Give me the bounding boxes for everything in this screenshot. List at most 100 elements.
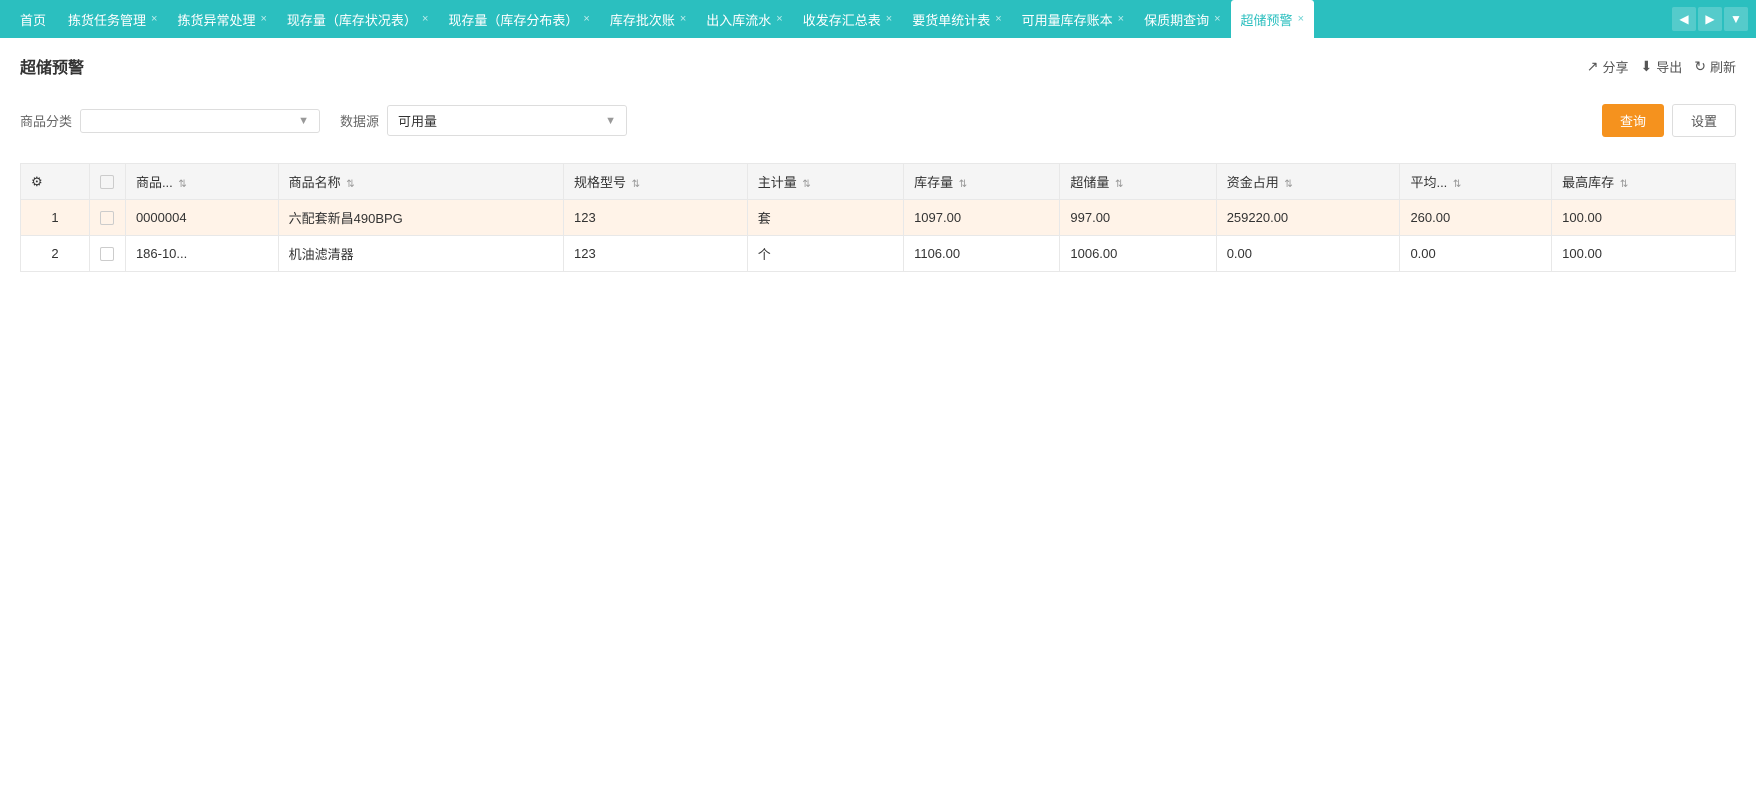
sort-icon[interactable]: ⇅	[1115, 179, 1123, 190]
cell-max-stock: 100.00	[1552, 200, 1736, 236]
col-unit[interactable]: 主计量 ⇅	[747, 164, 903, 200]
settings-button[interactable]: 设置	[1672, 104, 1736, 137]
table-row: 2 186-10... 机油滤清器 123 个 1106.00 1006.00 …	[21, 236, 1736, 272]
tab-xian-cun-liang-kuai-cang[interactable]: 现存量（库存状况表） ×	[277, 0, 438, 38]
col-select-all[interactable]	[89, 164, 125, 200]
refresh-icon: ↻	[1694, 58, 1706, 75]
cell-capital: 259220.00	[1216, 200, 1400, 236]
col-product-name[interactable]: 商品名称 ⇅	[278, 164, 563, 200]
col-label: 平均...	[1410, 175, 1447, 190]
datasource-select[interactable]: 可用量 ▼	[387, 105, 627, 136]
col-stock[interactable]: 库存量 ⇅	[904, 164, 1060, 200]
tab-xian-cun-liang-fen-bu[interactable]: 现存量（库存分布表） ×	[438, 0, 599, 38]
tab-close-icon[interactable]: ×	[776, 13, 782, 25]
cell-over-stock: 997.00	[1060, 200, 1216, 236]
sort-icon[interactable]: ⇅	[1284, 179, 1292, 190]
tab-shou-fa-cun[interactable]: 收发存汇总表 ×	[793, 0, 902, 38]
col-max-stock[interactable]: 最高库存 ⇅	[1552, 164, 1736, 200]
cell-product-name: 机油滤清器	[278, 236, 563, 272]
row-num: 1	[21, 200, 90, 236]
tab-jian-huo-yi-chang[interactable]: 拣货异常处理 ×	[167, 0, 276, 38]
export-button[interactable]: ⬇ 导出	[1641, 57, 1683, 76]
share-icon: ↗	[1587, 58, 1599, 75]
col-product-code[interactable]: 商品... ⇅	[125, 164, 278, 200]
category-filter: 商品分类 ▼	[20, 109, 320, 133]
tab-close-icon[interactable]: ×	[1118, 13, 1124, 25]
sort-icon[interactable]: ⇅	[802, 179, 810, 190]
sort-icon[interactable]: ⇅	[632, 179, 640, 190]
tab-label: 保质期查询	[1144, 10, 1209, 29]
page-title: 超储预警	[20, 54, 84, 78]
col-label: 主计量	[758, 175, 797, 190]
category-select[interactable]: ▼	[80, 109, 320, 133]
tab-close-icon[interactable]: ×	[1214, 13, 1220, 25]
refresh-button[interactable]: ↻ 刷新	[1694, 57, 1736, 76]
tab-chu-ru-ku[interactable]: 出入库流水 ×	[696, 0, 792, 38]
cell-spec: 123	[564, 236, 748, 272]
col-label: 商品...	[136, 175, 173, 190]
tab-label: 可用量库存账本	[1022, 10, 1113, 29]
export-icon: ⬇	[1641, 58, 1653, 75]
nav-down-button[interactable]: ▼	[1724, 7, 1748, 31]
row-checkbox-cell	[89, 200, 125, 236]
select-all-checkbox[interactable]	[100, 175, 114, 189]
cell-stock: 1106.00	[904, 236, 1060, 272]
col-spec[interactable]: 规格型号 ⇅	[564, 164, 748, 200]
chevron-down-icon: ▼	[298, 115, 309, 127]
tab-ku-cun-pi-ci[interactable]: 库存批次账 ×	[600, 0, 696, 38]
sort-icon[interactable]: ⇅	[1620, 179, 1628, 190]
chevron-down-icon: ▼	[605, 115, 616, 127]
tab-label: 收发存汇总表	[803, 10, 881, 29]
category-label: 商品分类	[20, 111, 72, 130]
tab-close-icon[interactable]: ×	[680, 13, 686, 25]
cell-avg: 0.00	[1400, 236, 1552, 272]
cell-product-code: 0000004	[125, 200, 278, 236]
cell-capital: 0.00	[1216, 236, 1400, 272]
nav-left-button[interactable]: ◀	[1672, 7, 1696, 31]
tab-yao-huo-dan[interactable]: 要货单统计表 ×	[902, 0, 1011, 38]
tab-label: 拣货异常处理	[177, 10, 255, 29]
col-avg[interactable]: 平均... ⇅	[1400, 164, 1552, 200]
home-tab[interactable]: 首页	[8, 0, 58, 38]
tab-bao-zhi-qi[interactable]: 保质期查询 ×	[1134, 0, 1230, 38]
tab-close-icon[interactable]: ×	[995, 13, 1001, 25]
row-checkbox[interactable]	[100, 211, 114, 225]
nav-arrows: ◀ ▶ ▼	[1672, 7, 1748, 31]
row-checkbox[interactable]	[100, 247, 114, 261]
sort-icon[interactable]: ⇅	[959, 179, 967, 190]
share-button[interactable]: ↗ 分享	[1587, 57, 1629, 76]
data-table: ⚙ 商品... ⇅ 商品名称 ⇅ 规格型号 ⇅ 主计量	[20, 163, 1736, 272]
col-over-stock[interactable]: 超储量 ⇅	[1060, 164, 1216, 200]
share-label: 分享	[1602, 57, 1628, 76]
tab-close-icon[interactable]: ×	[583, 13, 589, 25]
tab-close-icon[interactable]: ×	[422, 13, 428, 25]
cell-max-stock: 100.00	[1552, 236, 1736, 272]
datasource-filter: 数据源 可用量 ▼	[340, 105, 627, 136]
tab-close-icon[interactable]: ×	[151, 13, 157, 25]
col-capital[interactable]: 资金占用 ⇅	[1216, 164, 1400, 200]
tab-ke-yong-liang[interactable]: 可用量库存账本 ×	[1012, 0, 1134, 38]
sort-icon[interactable]: ⇅	[346, 179, 354, 190]
datasource-value: 可用量	[398, 111, 437, 130]
nav-right-button[interactable]: ▶	[1698, 7, 1722, 31]
row-checkbox-cell	[89, 236, 125, 272]
tab-chao-chu-yu-jing[interactable]: 超储预警 ×	[1231, 0, 1314, 38]
sort-icon[interactable]: ⇅	[1453, 179, 1461, 190]
tab-close-icon[interactable]: ×	[1298, 13, 1304, 25]
col-label: 规格型号	[574, 175, 626, 190]
sort-icon[interactable]: ⇅	[178, 179, 186, 190]
header-actions: ↗ 分享 ⬇ 导出 ↻ 刷新	[1587, 57, 1736, 76]
col-label: 商品名称	[289, 175, 341, 190]
cell-product-name: 六配套新昌490BPG	[278, 200, 563, 236]
col-gear[interactable]: ⚙	[21, 164, 90, 200]
tab-label: 出入库流水	[706, 10, 771, 29]
tab-label: 拣货任务管理	[68, 10, 146, 29]
query-button[interactable]: 查询	[1602, 104, 1664, 137]
tab-jian-huo-ren-wu[interactable]: 拣货任务管理 ×	[58, 0, 167, 38]
tab-label: 现存量（库存状况表）	[287, 10, 417, 29]
tab-close-icon[interactable]: ×	[260, 13, 266, 25]
tab-close-icon[interactable]: ×	[886, 13, 892, 25]
cell-unit: 个	[747, 236, 903, 272]
tab-label: 库存批次账	[610, 10, 675, 29]
refresh-label: 刷新	[1710, 57, 1736, 76]
